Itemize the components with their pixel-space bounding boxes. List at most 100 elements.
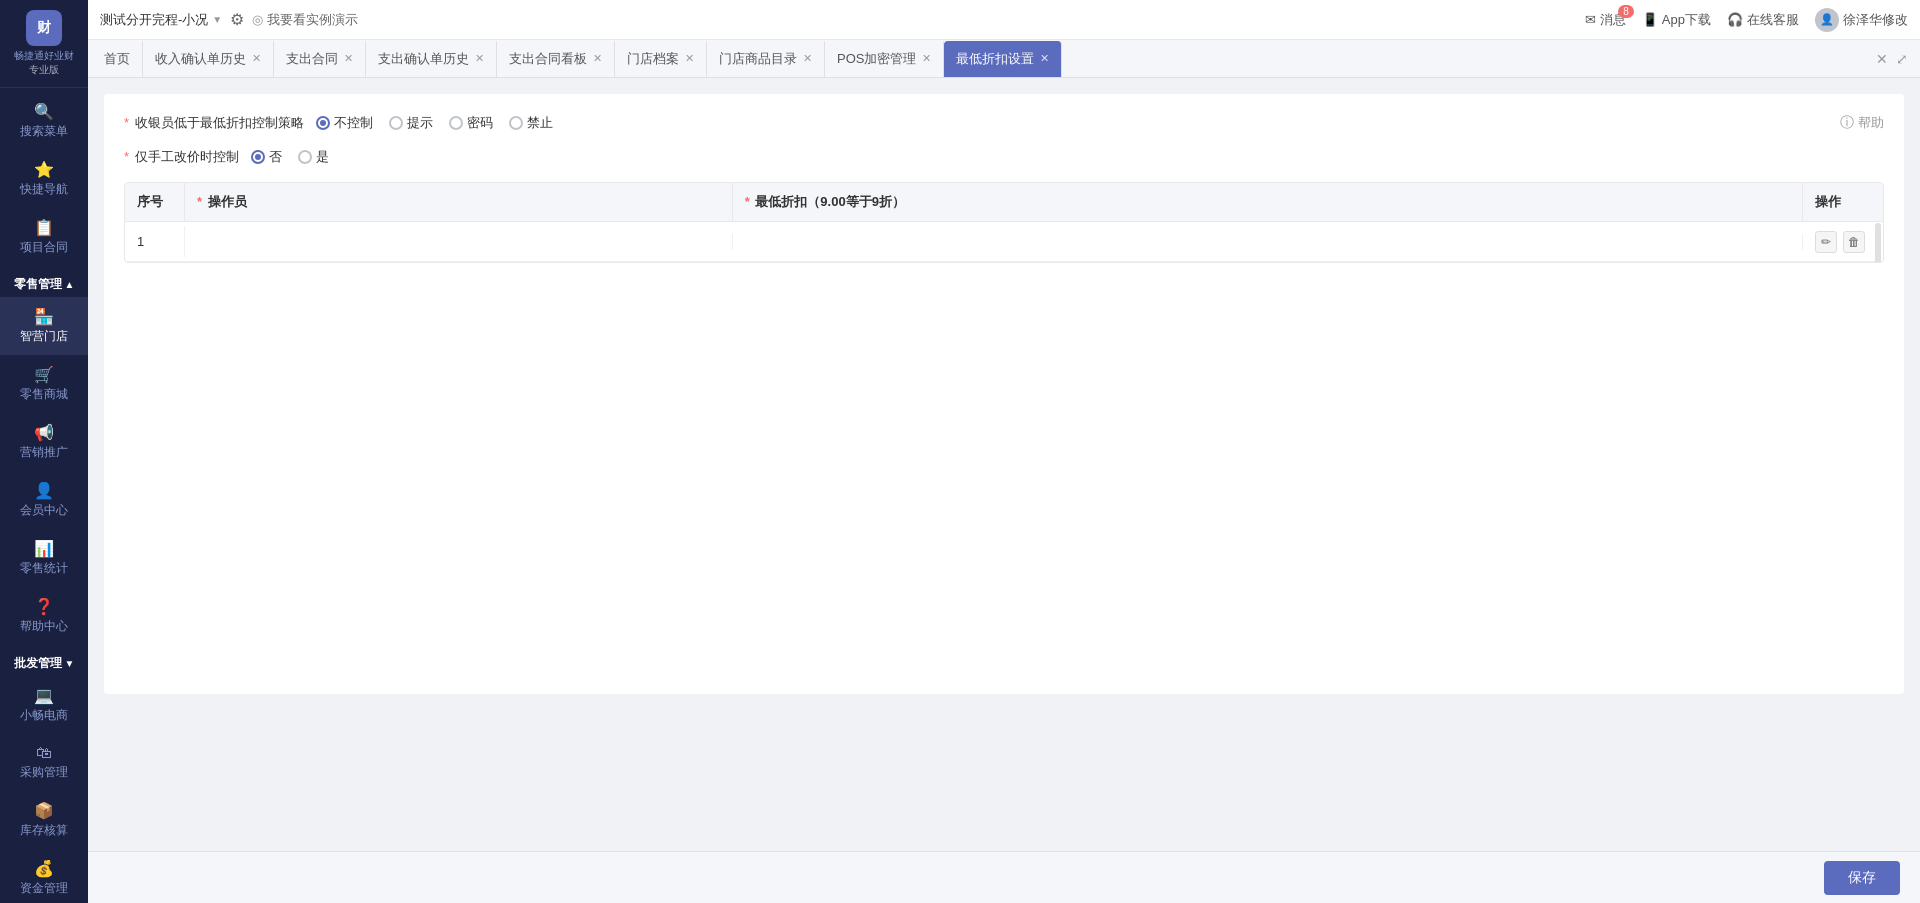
tab-store-file-close[interactable]: ✕	[685, 53, 694, 64]
sidebar-item-retail-mall-label: 零售商城	[20, 386, 68, 403]
topbar-settings-button[interactable]: ⚙	[230, 10, 244, 29]
sidebar-item-marketing[interactable]: 📢 营销推广	[0, 413, 88, 471]
tab-payment-confirm-close[interactable]: ✕	[475, 53, 484, 64]
th-discount-required: *	[745, 194, 750, 209]
sidebar-item-inventory[interactable]: 📦 库存核算	[0, 791, 88, 849]
app-download-button[interactable]: 📱 App下载	[1642, 11, 1711, 29]
radio-forbid[interactable]: 禁止	[509, 114, 553, 132]
online-service-label: 在线客服	[1747, 11, 1799, 29]
sidebar-item-batch[interactable]: 批发管理 ▼	[0, 645, 88, 676]
sidebar-item-inventory-label: 库存核算	[20, 822, 68, 839]
radio-no-control[interactable]: 不控制	[316, 114, 373, 132]
tab-income-confirm-close[interactable]: ✕	[252, 53, 261, 64]
radio-no-control-circle[interactable]	[316, 116, 330, 130]
service-icon: 🎧	[1727, 12, 1743, 27]
radio-password-circle[interactable]	[449, 116, 463, 130]
tab-payment-board-close[interactable]: ✕	[593, 53, 602, 64]
topbar-right: ✉ 消息 8 📱 App下载 🎧 在线客服 👤 徐泽华修改	[1585, 8, 1908, 32]
content: * 收银员低于最低折扣控制策略 不控制 提示 密码	[88, 78, 1920, 851]
logo-icon: 财	[26, 10, 62, 46]
online-service-button[interactable]: 🎧 在线客服	[1727, 11, 1799, 29]
sidebar-item-smart-store[interactable]: 🏪 智营门店	[0, 297, 88, 355]
tab-min-discount-close[interactable]: ✕	[1040, 53, 1049, 64]
sidebar-item-retail-stats[interactable]: 📊 零售统计	[0, 529, 88, 587]
retail-label: 零售管理	[14, 276, 62, 293]
avatar-icon: 👤	[1820, 13, 1834, 26]
delete-row-button[interactable]: 🗑	[1843, 231, 1865, 253]
radio-no-control-label: 不控制	[334, 114, 373, 132]
retail-stats-icon: 📊	[34, 539, 54, 558]
topbar-left: 测试分开完程-小况 ▼ ⚙ ◎ 我要看实例演示	[100, 10, 1585, 29]
discount-table: 序号 * 操作员 * 最低折扣（9.00等于9折） 操作	[124, 182, 1884, 263]
th-action: 操作	[1803, 183, 1883, 221]
radio-no[interactable]: 否	[251, 148, 282, 166]
sidebar-item-ecommerce[interactable]: 💻 小畅电商	[0, 676, 88, 734]
tab-pos-pwd[interactable]: POS加密管理 ✕	[825, 41, 944, 77]
radio-yes[interactable]: 是	[298, 148, 329, 166]
tab-pos-pwd-close[interactable]: ✕	[922, 53, 931, 64]
sidebar-item-retail[interactable]: 零售管理 ▲	[0, 266, 88, 297]
sidebar-logo: 财 畅捷通好业财 专业版	[0, 0, 88, 88]
sidebar-item-retail-mall[interactable]: 🛒 零售商城	[0, 355, 88, 413]
table-scrollbar[interactable]	[1875, 223, 1881, 263]
help-link[interactable]: ⓘ 帮助	[1840, 114, 1884, 132]
sidebar-item-nav-label: 快捷导航	[20, 181, 68, 198]
radio-remind-circle[interactable]	[389, 116, 403, 130]
finance-icon: 💰	[34, 859, 54, 878]
sidebar-item-nav[interactable]: ⭐ 快捷导航	[0, 150, 88, 208]
radio-no-circle[interactable]	[251, 150, 265, 164]
table-header: 序号 * 操作员 * 最低折扣（9.00等于9折） 操作	[125, 183, 1883, 222]
project-selector[interactable]: 测试分开完程-小况 ▼	[100, 11, 222, 29]
tab-payment-board[interactable]: 支出合同看板 ✕	[497, 41, 615, 77]
tab-payment-confirm-label: 支出确认单历史	[378, 50, 469, 68]
demo-link[interactable]: ◎ 我要看实例演示	[252, 11, 358, 29]
radio-password[interactable]: 密码	[449, 114, 493, 132]
th-operator: * 操作员	[185, 183, 733, 221]
tab-store-file[interactable]: 门店档案 ✕	[615, 41, 707, 77]
nav-icon: ⭐	[34, 160, 54, 179]
radio-forbid-circle[interactable]	[509, 116, 523, 130]
tab-store-goods[interactable]: 门店商品目录 ✕	[707, 41, 825, 77]
message-icon: ✉	[1585, 12, 1596, 27]
sidebar-item-help-label: 帮助中心	[20, 618, 68, 635]
tabs-right: ✕ ⤢	[1876, 51, 1916, 67]
save-button[interactable]: 保存	[1824, 861, 1900, 895]
sidebar-item-finance[interactable]: 💰 资金管理	[0, 849, 88, 903]
edit-icon: ✏	[1821, 235, 1831, 249]
retail-mall-icon: 🛒	[34, 365, 54, 384]
th-seq: 序号	[125, 183, 185, 221]
tab-home[interactable]: 首页	[92, 41, 143, 77]
app-download-icon: 📱	[1642, 12, 1658, 27]
demo-link-label: 我要看实例演示	[267, 11, 358, 29]
help-icon: ❓	[34, 597, 54, 616]
edit-row-button[interactable]: ✏	[1815, 231, 1837, 253]
sidebar-item-help[interactable]: ❓ 帮助中心	[0, 587, 88, 645]
tab-income-confirm[interactable]: 收入确认单历史 ✕	[143, 41, 274, 77]
ecommerce-icon: 💻	[34, 686, 54, 705]
table-row: 1 ✏ 🗑	[125, 222, 1883, 262]
manual-price-row: * 仅手工改价时控制 否 是	[124, 148, 1884, 166]
tab-store-goods-close[interactable]: ✕	[803, 53, 812, 64]
member-icon: 👤	[34, 481, 54, 500]
user-info[interactable]: 👤 徐泽华修改	[1815, 8, 1908, 32]
tab-close-button[interactable]: ✕	[1876, 51, 1888, 67]
tab-payment-contract-close[interactable]: ✕	[344, 53, 353, 64]
help-circle-icon: ⓘ	[1840, 114, 1854, 130]
logo-text: 畅捷通好业财	[14, 49, 74, 63]
radio-yes-circle[interactable]	[298, 150, 312, 164]
tab-payment-contract[interactable]: 支出合同 ✕	[274, 41, 366, 77]
sidebar-item-member[interactable]: 👤 会员中心	[0, 471, 88, 529]
tab-expand-button[interactable]: ⤢	[1896, 51, 1908, 67]
sidebar-item-smart-store-label: 智营门店	[20, 328, 68, 345]
messages-button[interactable]: ✉ 消息 8	[1585, 11, 1626, 29]
retail-arrow-icon: ▲	[65, 279, 75, 290]
tab-min-discount[interactable]: 最低折扣设置 ✕	[944, 41, 1062, 77]
project-name: 测试分开完程-小况	[100, 11, 208, 29]
tab-payment-confirm[interactable]: 支出确认单历史 ✕	[366, 41, 497, 77]
sidebar-item-search[interactable]: 🔍 搜索菜单	[0, 92, 88, 150]
radio-remind[interactable]: 提示	[389, 114, 433, 132]
sidebar-item-purchase[interactable]: 🛍 采购管理	[0, 734, 88, 791]
sidebar-item-project[interactable]: 📋 项目合同	[0, 208, 88, 266]
sidebar-item-purchase-label: 采购管理	[20, 764, 68, 781]
inventory-icon: 📦	[34, 801, 54, 820]
